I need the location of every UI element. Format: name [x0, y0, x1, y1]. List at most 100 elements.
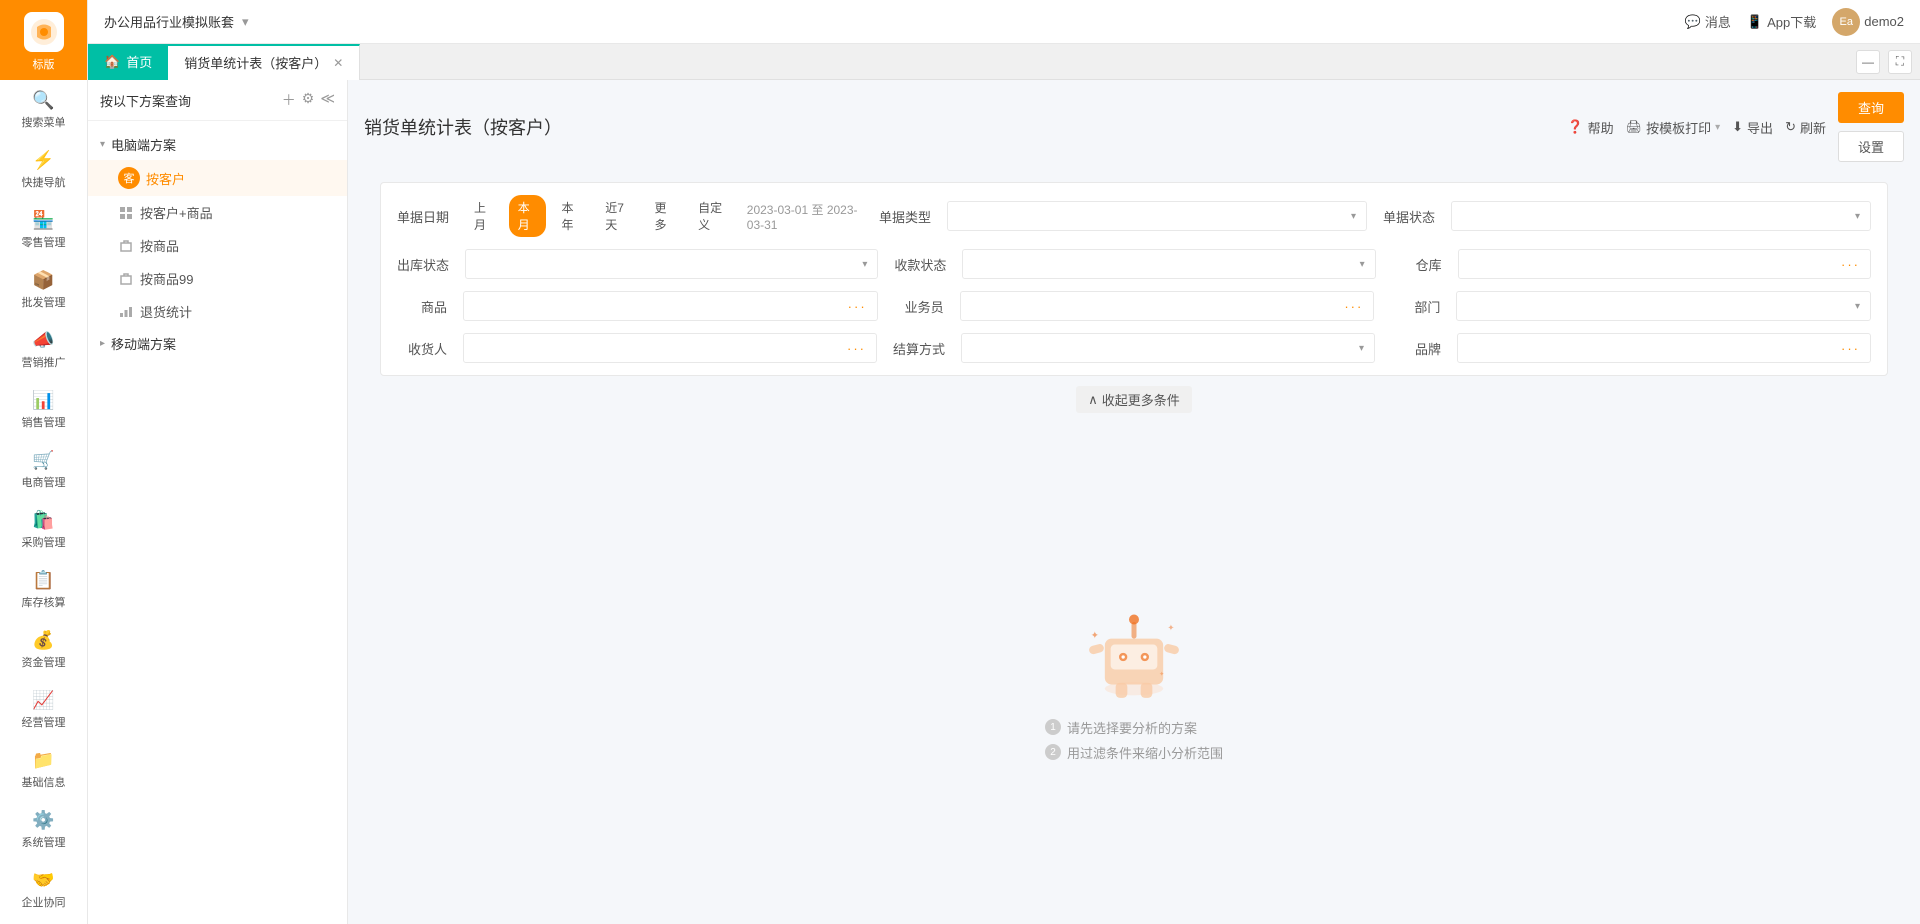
empty-tips: 1 请先选择要分析的方案 2 用过滤条件来缩小分析范围	[1045, 718, 1223, 768]
refresh-icon: ↻	[1785, 119, 1796, 135]
sidebar-item-newbie[interactable]: 🎯 新手引导	[0, 920, 87, 924]
sidebar-item-sales[interactable]: 📊 销售管理	[0, 380, 87, 440]
empty-state: ✦ ✦ ✦ 1 请先选择要分析的方案 2 用过滤条件来缩小分析范围	[348, 435, 1920, 924]
home-icon: 🏠	[104, 54, 120, 70]
collapse-icon: ∧	[1088, 392, 1098, 408]
sidebar-item-enterprise-label: 企业协同	[22, 894, 66, 910]
date-range-display: 2023-03-01 至 2023-03-31	[747, 201, 863, 232]
doc-status-arrow-icon: ▾	[1855, 211, 1860, 222]
export-label: 导出	[1747, 118, 1773, 137]
out-status-arrow-icon: ▾	[862, 259, 867, 270]
department-select[interactable]: ▾	[1456, 291, 1871, 321]
date-btn-last-month[interactable]: 上月	[465, 195, 503, 237]
sidebar-item-inventory-label: 库存核算	[22, 594, 66, 610]
date-btn-more[interactable]: 更多	[645, 195, 683, 237]
logo-area: 标版	[0, 0, 87, 80]
scheme-group-mobile-header[interactable]: ▸ 移动端方案	[88, 328, 347, 359]
department-arrow-icon: ▾	[1855, 301, 1860, 312]
svg-text:✦: ✦	[1159, 670, 1165, 678]
scheme-item-by-product-label: 按商品	[140, 236, 179, 255]
export-btn[interactable]: ⬇ 导出	[1732, 118, 1773, 137]
tab-sales-stats[interactable]: 销货单统计表（按客户） ✕	[168, 44, 360, 80]
filter-row-4: 收货人 ··· 结算方式 ▾ 品牌 ···	[397, 333, 1871, 363]
refresh-btn[interactable]: ↻ 刷新	[1785, 118, 1826, 137]
scheme-item-return-stats[interactable]: 退货统计	[88, 295, 347, 328]
user-menu-btn[interactable]: Ea demo2	[1832, 8, 1904, 36]
sidebar-item-ecommerce-label: 电商管理	[22, 474, 66, 490]
help-btn[interactable]: ❓ 帮助	[1567, 118, 1613, 137]
tab-close-btn[interactable]: ✕	[333, 56, 343, 70]
help-icon: ❓	[1567, 119, 1583, 135]
sidebar-item-marketing[interactable]: 📣 营销推广	[0, 320, 87, 380]
warehouse-dots: ···	[1841, 257, 1860, 272]
scheme-item-by-customer-product[interactable]: 按客户+商品	[88, 196, 347, 229]
scheme-item-return-stats-label: 退货统计	[140, 302, 192, 321]
recipient-dots: ···	[847, 341, 866, 356]
username-label: demo2	[1864, 14, 1904, 29]
print-label: 按模板打印	[1646, 118, 1711, 137]
tab-home[interactable]: 🏠 首页	[88, 44, 168, 80]
doc-status-select[interactable]: ▾	[1451, 201, 1871, 231]
sidebar-item-operations[interactable]: 📈 经营管理	[0, 680, 87, 740]
sidebar-item-purchase[interactable]: 🛍️ 采购管理	[0, 500, 87, 560]
collection-status-arrow-icon: ▾	[1360, 259, 1365, 270]
tab-maximize-btn[interactable]: ⛶	[1888, 50, 1912, 74]
date-btn-7days[interactable]: 近7天	[596, 195, 639, 237]
tab-home-label: 首页	[126, 52, 152, 71]
date-btn-this-month[interactable]: 本月	[509, 195, 547, 237]
scheme-item-by-product-99[interactable]: 按商品99	[88, 262, 347, 295]
collection-status-select[interactable]: ▾	[962, 249, 1375, 279]
help-label: 帮助	[1588, 118, 1614, 137]
filter-row-1: 单据日期 上月 本月 本年 近7天 更多 自定义 2023-03-01 至 20…	[397, 195, 1871, 237]
salesperson-select[interactable]: ···	[960, 291, 1375, 321]
settlement-select[interactable]: ▾	[961, 333, 1375, 363]
product-select[interactable]: ···	[463, 291, 878, 321]
brand-select[interactable]: ···	[1457, 333, 1871, 363]
sidebar-item-retail-label: 零售管理	[22, 234, 66, 250]
sidebar-item-retail[interactable]: 🏪 零售管理	[0, 200, 87, 260]
empty-tip-1-text: 请先选择要分析的方案	[1067, 718, 1197, 737]
app-download-btn[interactable]: 📱 App下载	[1747, 12, 1816, 31]
sidebar-item-quick-nav[interactable]: ⚡ 快捷导航	[0, 140, 87, 200]
filter-row-3: 商品 ··· 业务员 ··· 部门 ▾	[397, 291, 1871, 321]
query-button[interactable]: 查询	[1838, 92, 1904, 123]
collapse-panel-btn[interactable]: ≪	[320, 90, 335, 110]
warehouse-select[interactable]: ···	[1458, 249, 1871, 279]
dropdown-arrow-icon[interactable]: ▾	[242, 14, 249, 30]
message-btn[interactable]: 💬 消息	[1685, 12, 1731, 31]
date-btn-this-year[interactable]: 本年	[552, 195, 590, 237]
empty-tip-2: 2 用过滤条件来缩小分析范围	[1045, 743, 1223, 762]
sidebar-item-search[interactable]: 🔍 搜索菜单	[0, 80, 87, 140]
print-arrow-icon: ▾	[1715, 122, 1720, 133]
recipient-select[interactable]: ···	[463, 333, 877, 363]
collapse-btn[interactable]: ∧ 收起更多条件	[1076, 386, 1192, 413]
scheme-item-by-customer-label: 按客户	[146, 169, 185, 188]
sidebar-item-system[interactable]: ⚙️ 系统管理	[0, 800, 87, 860]
out-status-select[interactable]: ▾	[465, 249, 878, 279]
scheme-item-by-product[interactable]: 按商品	[88, 229, 347, 262]
scheme-item-by-customer[interactable]: 客 按客户	[88, 160, 347, 196]
sidebar-item-inventory[interactable]: 📋 库存核算	[0, 560, 87, 620]
ecommerce-icon: 🛒	[32, 450, 54, 471]
date-btn-custom[interactable]: 自定义	[689, 195, 737, 237]
department-label: 部门	[1390, 297, 1440, 316]
sidebar-item-wholesale[interactable]: 📦 批发管理	[0, 260, 87, 320]
add-scheme-btn[interactable]: ＋	[282, 90, 296, 110]
refresh-label: 刷新	[1800, 118, 1826, 137]
empty-robot-illustration: ✦ ✦ ✦	[1084, 592, 1184, 702]
brand-dots: ···	[1841, 341, 1860, 356]
settings-scheme-btn[interactable]: ⚙	[302, 90, 315, 110]
sidebar-item-ecommerce[interactable]: 🛒 电商管理	[0, 440, 87, 500]
sidebar-item-basic[interactable]: 📁 基础信息	[0, 740, 87, 800]
inventory-icon: 📋	[32, 570, 54, 591]
sidebar-item-enterprise[interactable]: 🤝 企业协同	[0, 860, 87, 920]
template-print-btn[interactable]: 🖨 按模板打印 ▾	[1626, 118, 1721, 137]
scheme-group-desktop-header[interactable]: ▾ 电脑端方案	[88, 129, 347, 160]
sidebar-item-finance[interactable]: 💰 资金管理	[0, 620, 87, 680]
doc-type-select[interactable]: ▾	[947, 201, 1367, 231]
main-area: 办公用品行业模拟账套 ▾ 💬 消息 📱 App下载 Ea demo2 🏠 首页	[88, 0, 1920, 924]
tab-minimize-btn[interactable]: —	[1856, 50, 1880, 74]
sidebar-item-quick-nav-label: 快捷导航	[22, 174, 66, 190]
settings-button[interactable]: 设置	[1838, 131, 1904, 162]
search-icon: 🔍	[32, 90, 54, 111]
